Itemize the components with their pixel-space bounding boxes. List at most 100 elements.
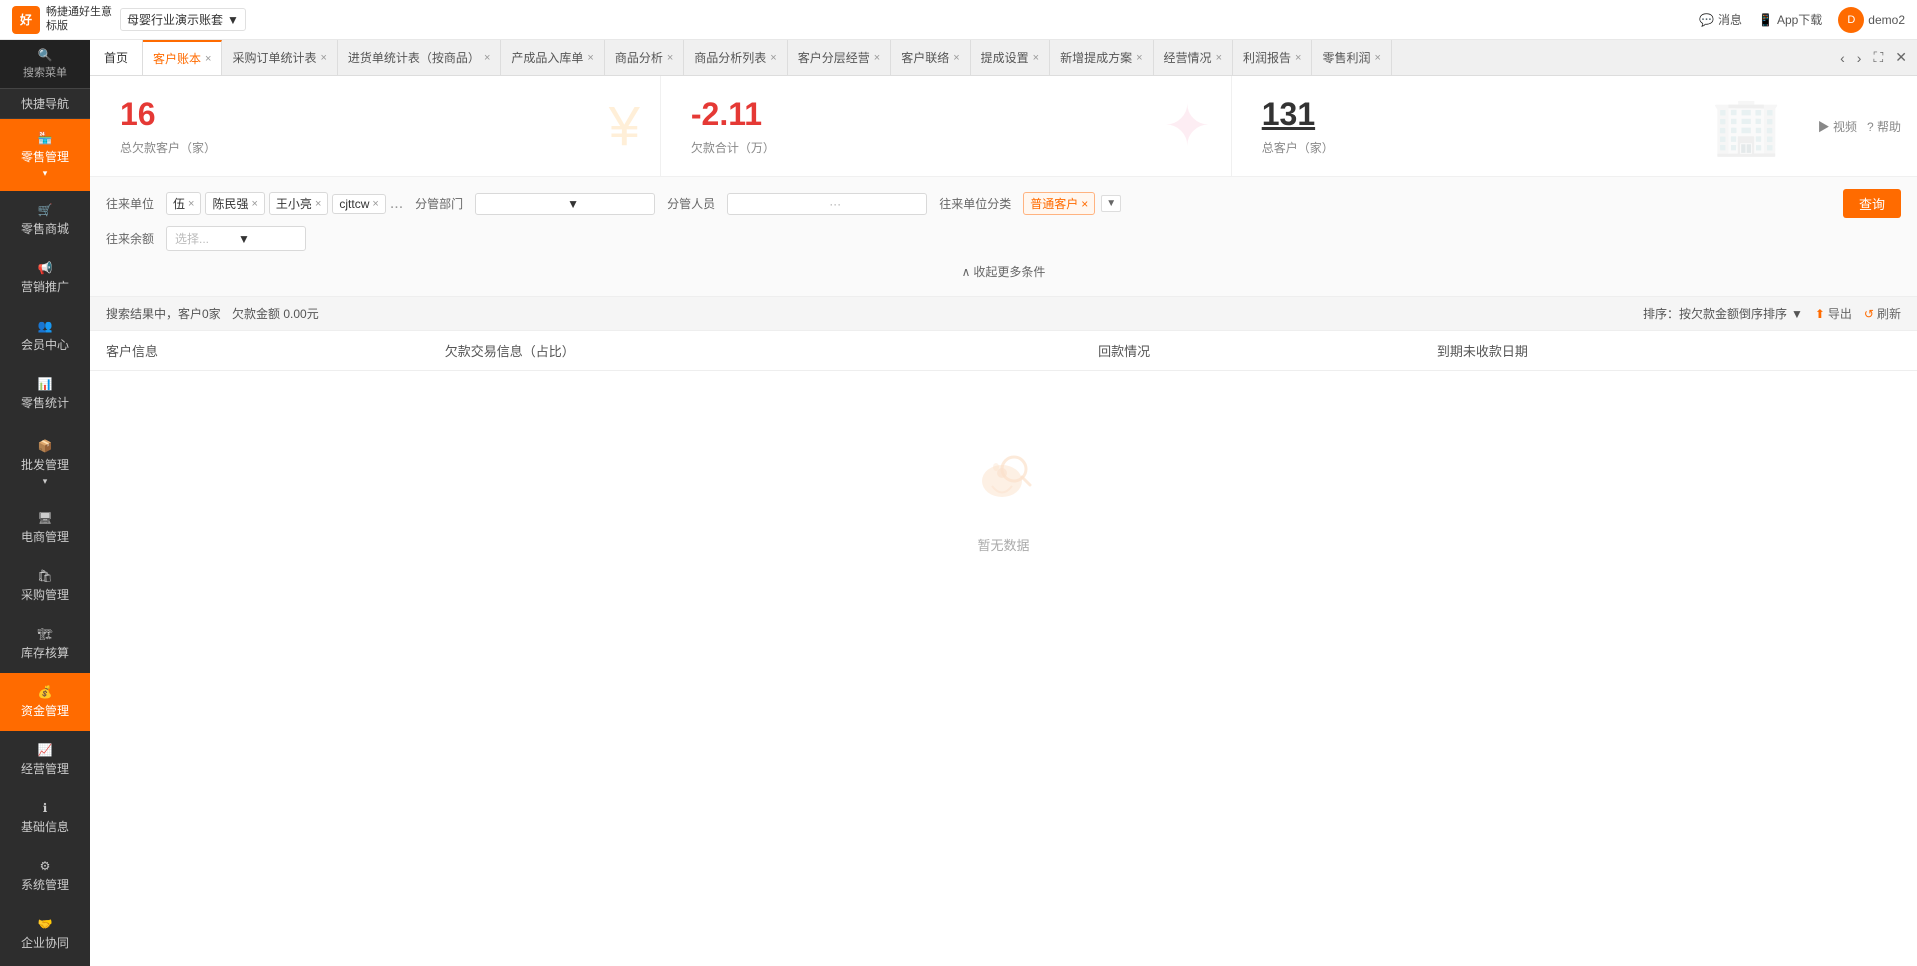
store-selector[interactable]: 母婴行业演示账套 ▼ — [120, 8, 246, 31]
unit-class-dropdown-icon: ▼ — [1101, 195, 1121, 212]
tab-new-achievement[interactable]: 新增提成方案 × — [1050, 40, 1153, 76]
marketing-icon: 📢 — [38, 261, 53, 275]
tab-next-icon[interactable]: › — [1853, 48, 1866, 68]
tab-goods-analysis-list[interactable]: 商品分析列表 × — [684, 40, 787, 76]
filter-balance-select[interactable]: 选择... ▼ — [166, 226, 306, 251]
chevron-down-icon: ▼ — [227, 13, 239, 27]
tab-close-icon[interactable]: × — [953, 52, 959, 64]
stat-label-customers: 总欠款客户（家） — [120, 139, 216, 156]
tab-goods-stats[interactable]: 进货单统计表（按商品） × — [338, 40, 501, 76]
results-actions: 排序：按欠款金额倒序排序 ▼ ⬆ 导出 ↺ 刷新 — [1643, 305, 1901, 322]
filter-tag-chen[interactable]: 陈民强 × — [205, 192, 264, 215]
stat-bg-icon-debt: ✦ — [1164, 93, 1211, 159]
sidebar-item-system[interactable]: ⚙ 系统管理 — [0, 847, 90, 905]
sidebar-item-finance[interactable]: 💰 资金管理 — [0, 673, 90, 731]
remove-tag-chen-icon[interactable]: × — [251, 198, 257, 210]
tab-profit-report[interactable]: 利润报告 × — [1233, 40, 1312, 76]
coop-icon: 🤝 — [38, 917, 53, 931]
tab-maximize-icon[interactable]: ⛶ — [1869, 47, 1887, 68]
tab-close-icon[interactable]: × — [874, 52, 880, 64]
phone-icon: 📱 — [1758, 13, 1773, 27]
top-bar: 好 畅捷通好生意 标版 母婴行业演示账套 ▼ 💬 消息 📱 App下载 D de… — [0, 0, 1917, 40]
sort-select[interactable]: 排序：按欠款金额倒序排序 ▼ — [1643, 305, 1803, 322]
sidebar-item-batch-mgmt[interactable]: 📦 批发管理 ▾ — [0, 427, 90, 499]
stat-card-customers: ¥ 16 总欠款客户（家） — [90, 76, 661, 176]
member-icon: 👥 — [38, 319, 53, 333]
tab-close-icon[interactable]: × — [1295, 52, 1301, 64]
ecommerce-icon: 🖥 — [37, 511, 52, 525]
sidebar-item-ecommerce[interactable]: 🖥 电商管理 — [0, 499, 90, 557]
tab-close-icon[interactable]: × — [1033, 52, 1039, 64]
tab-close-icon[interactable]: × — [587, 52, 593, 64]
tab-close-icon[interactable]: × — [770, 52, 776, 64]
tab-close-icon[interactable]: × — [484, 52, 490, 64]
query-button[interactable]: 查询 — [1843, 189, 1901, 218]
filter-unit-label: 往来单位 — [106, 195, 154, 212]
tab-customer-ledger[interactable]: 客户账本 × — [143, 40, 222, 76]
tab-customer-contact[interactable]: 客户联络 × — [891, 40, 970, 76]
tab-business-status[interactable]: 经营情况 × — [1154, 40, 1233, 76]
page-controls: ▶ 视频 ? 帮助 — [1802, 76, 1917, 176]
filter-unit-class-label: 往来单位分类 — [939, 195, 1011, 212]
tab-close-icon[interactable]: × — [1136, 52, 1142, 64]
user-btn[interactable]: D demo2 — [1838, 7, 1905, 33]
message-btn[interactable]: 💬 消息 — [1699, 11, 1742, 28]
sidebar-item-basic-info[interactable]: ℹ 基础信息 — [0, 789, 90, 847]
message-icon: 💬 — [1699, 13, 1714, 27]
logo-text: 畅捷通好生意 标版 — [46, 6, 112, 32]
sidebar-item-purchase[interactable]: 🛍 采购管理 — [0, 557, 90, 615]
remove-normal-customer-icon[interactable]: × — [1081, 197, 1088, 211]
filter-person-select[interactable]: ··· — [727, 193, 927, 215]
filter-tag-wu[interactable]: 伍 × — [166, 192, 201, 215]
tab-reminder[interactable]: 提成设置 × — [971, 40, 1050, 76]
tab-customer-tier[interactable]: 客户分层经营 × — [788, 40, 891, 76]
finance-icon: 💰 — [38, 685, 53, 699]
sidebar-item-retail-stats[interactable]: 📊 零售统计 — [0, 365, 90, 423]
video-btn[interactable]: ▶ 视频 — [1818, 118, 1857, 135]
stat-bg-icon-customers: ¥ — [609, 94, 640, 159]
help-btn[interactable]: ? 帮助 — [1867, 118, 1901, 135]
sidebar-item-retail-mall[interactable]: 🛒 零售商城 — [0, 191, 90, 249]
filter-dept-select[interactable]: ▼ — [475, 193, 655, 215]
sidebar-item-member[interactable]: 👥 会员中心 — [0, 307, 90, 365]
person-more-btn[interactable]: ··· — [829, 197, 918, 211]
tab-prev-icon[interactable]: ‹ — [1836, 48, 1849, 68]
remove-tag-wang-icon[interactable]: × — [315, 198, 321, 210]
sidebar-item-enterprise-coop[interactable]: 🤝 企业协同 — [0, 905, 90, 963]
sidebar-item-marketing[interactable]: 📢 营销推广 — [0, 249, 90, 307]
tab-close-icon[interactable]: × — [1216, 52, 1222, 64]
tab-close-icon[interactable]: × — [667, 52, 673, 64]
refresh-btn[interactable]: ↺ 刷新 — [1864, 305, 1901, 322]
filter-tag-normal-customer[interactable]: 普通客户 × — [1023, 192, 1095, 215]
tab-home[interactable]: 首页 — [90, 40, 143, 76]
col-repayment: 回款情况 — [1082, 331, 1421, 371]
filter-row-1: 往来单位 伍 × 陈民强 × 王小亮 × — [106, 189, 1901, 218]
sidebar-search[interactable]: 🔍 搜索菜单 — [0, 40, 90, 89]
filter-tag-cjttcw[interactable]: cjttcw × — [332, 194, 385, 214]
sidebar-item-retail-mgmt[interactable]: 🏪 零售管理 ▾ — [0, 119, 90, 191]
tab-goods-analysis[interactable]: 商品分析 × — [605, 40, 684, 76]
tab-purchase-order[interactable]: 采购订单统计表 × — [222, 40, 337, 76]
tab-close-icon[interactable]: × — [205, 53, 211, 65]
table-header-row: 客户信息 欠款交易信息（占比） 回款情况 到期未收款日期 — [90, 331, 1917, 371]
filter-more-btn[interactable]: ... — [390, 195, 403, 213]
sidebar-quick-nav[interactable]: 快捷导航 — [0, 89, 90, 119]
tab-retail-profit[interactable]: 零售利润 × — [1312, 40, 1391, 76]
filter-tag-wang[interactable]: 王小亮 × — [269, 192, 328, 215]
sort-dropdown-icon: ▼ — [1791, 307, 1803, 321]
sidebar-item-operations[interactable]: 📈 经营管理 — [0, 731, 90, 789]
export-btn[interactable]: ⬆ 导出 — [1815, 305, 1852, 322]
collapse-btn[interactable]: ∧ 收起更多条件 — [950, 259, 1058, 284]
tab-close-icon[interactable]: × — [320, 52, 326, 64]
sidebar-item-inventory[interactable]: 🏗 库存核算 — [0, 615, 90, 673]
tab-close-icon[interactable]: × — [1374, 52, 1380, 64]
app-download-btn[interactable]: 📱 App下载 — [1758, 11, 1822, 28]
tab-close-all-icon[interactable]: ✕ — [1891, 47, 1911, 68]
tab-production-stock[interactable]: 产成品入库单 × — [501, 40, 604, 76]
remove-tag-wu-icon[interactable]: × — [188, 198, 194, 210]
chevron-icon: ▾ — [43, 168, 48, 179]
empty-state: 暂无数据 — [90, 371, 1917, 614]
remove-tag-cjttcw-icon[interactable]: × — [372, 198, 378, 210]
sidebar: 🔍 搜索菜单 快捷导航 🏪 零售管理 ▾ 🛒 零售商城 📢 营销推广 👥 会员中… — [0, 40, 90, 966]
filter-balance-label: 往来余额 — [106, 230, 154, 247]
